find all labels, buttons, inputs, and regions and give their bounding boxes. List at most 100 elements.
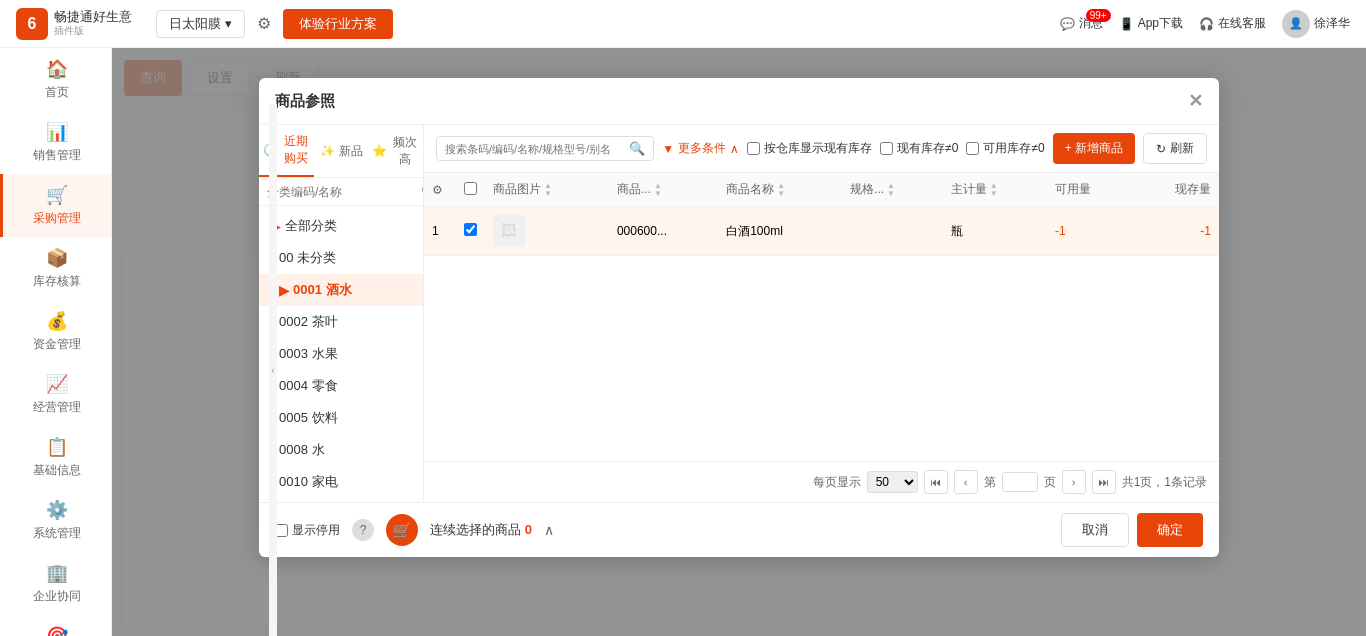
main-layout: 🏠 首页 📊 销售管理 🛒 采购管理 📦 库存核算 💰 资金管理 📈 经营管理 …	[0, 48, 1366, 636]
per-page-select[interactable]: 50 100 200	[867, 471, 918, 493]
nav-right: 💬 消息 99+ 📱 App下载 🎧 在线客服 👤 徐泽华	[1060, 10, 1350, 38]
footer-right: 取消 确定	[1061, 513, 1203, 547]
sidebar-item-home[interactable]: 🏠 首页	[0, 48, 111, 111]
category-tabs: 🕐 近期购买 ✨ 新品 ⭐ 频次高	[259, 125, 423, 178]
enterprise-icon: 🏢	[46, 562, 68, 584]
prev-page-btn[interactable]: ‹	[954, 470, 978, 494]
sidebar-label-purchase: 采购管理	[33, 210, 81, 227]
th-unit: 主计量 ▲▼	[943, 173, 1047, 207]
cat-item-0003[interactable]: 0003 水果	[259, 338, 423, 370]
checkbox-warehouse[interactable]: 按仓库显示现有库存	[747, 140, 872, 157]
warehouse-checkbox[interactable]	[747, 142, 760, 155]
filter-button[interactable]: ▼ 更多条件 ∧	[662, 140, 739, 157]
cat-item-label: 0004 零食	[279, 377, 338, 395]
app-download-nav[interactable]: 📱 App下载	[1119, 15, 1183, 32]
product-table-wrap: ⚙ 商品图片 ▲▼	[424, 173, 1219, 461]
add-product-button[interactable]: + 新增商品	[1053, 133, 1135, 164]
table-row[interactable]: 1 🖼	[424, 207, 1219, 256]
sidebar: 🏠 首页 📊 销售管理 🛒 采购管理 📦 库存核算 💰 资金管理 📈 经营管理 …	[0, 48, 112, 636]
category-search-input[interactable]	[267, 185, 417, 199]
business-icon: 📈	[46, 373, 68, 395]
cat-item-0002[interactable]: 0002 茶叶	[259, 306, 423, 338]
next-page-btn[interactable]: ›	[1062, 470, 1086, 494]
user-nav[interactable]: 👤 徐泽华	[1282, 10, 1350, 38]
th-spec: 规格... ▲▼	[842, 173, 943, 207]
cat-item-0008[interactable]: 0008 水	[259, 434, 423, 466]
checkbox-usable[interactable]: 可用库存≠0	[966, 140, 1044, 157]
sidebar-item-business[interactable]: 📈 经营管理	[0, 363, 111, 426]
cat-item-0001[interactable]: ▶ 0001 酒水	[259, 274, 423, 306]
row-spec	[842, 207, 943, 256]
messages-nav[interactable]: 💬 消息 99+	[1060, 15, 1103, 32]
page-input[interactable]: 1	[1002, 472, 1038, 492]
row-num: 1	[424, 207, 456, 256]
cat-item-all[interactable]: ▶ 全部分类	[259, 210, 423, 242]
row-check	[456, 207, 485, 256]
cancel-button[interactable]: 取消	[1061, 513, 1129, 547]
sidebar-item-enterprise[interactable]: 🏢 企业协同	[0, 552, 111, 615]
search-input[interactable]	[445, 143, 625, 155]
first-page-btn[interactable]: ⏮	[924, 470, 948, 494]
headset-icon: 🎧	[1199, 17, 1214, 31]
checkbox-available[interactable]: 现有库存≠0	[880, 140, 958, 157]
usable-checkbox[interactable]	[966, 142, 979, 155]
cat-item-0005[interactable]: 0005 饮料	[259, 402, 423, 434]
store-dropdown[interactable]: 日太阳膜 ▾	[156, 10, 245, 38]
cat-tab-freq[interactable]: ⭐ 频次高	[368, 125, 423, 177]
cat-item-0004[interactable]: 0004 零食	[259, 370, 423, 402]
pagination: 每页显示 50 100 200 ⏮ ‹ 第 1 页 ›	[424, 461, 1219, 502]
select-all-checkbox[interactable]	[464, 182, 477, 195]
sidebar-item-sales[interactable]: 📊 销售管理	[0, 111, 111, 174]
cat-tab-recent-label: 近期购买	[282, 133, 310, 167]
available-checkbox[interactable]	[880, 142, 893, 155]
cat-item-label: 全部分类	[285, 217, 337, 235]
cat-item-00[interactable]: 00 未分类	[259, 242, 423, 274]
search-icon[interactable]: 🔍	[629, 141, 645, 156]
sidebar-item-finance[interactable]: 💰 资金管理	[0, 300, 111, 363]
row-checkbox[interactable]	[464, 223, 477, 236]
settings-col-icon[interactable]: ⚙	[432, 183, 443, 197]
avatar: 👤	[1282, 10, 1310, 38]
system-icon: ⚙️	[46, 499, 68, 521]
modal-close-button[interactable]: ✕	[1188, 90, 1203, 112]
sidebar-item-guide[interactable]: 🎯 新手引导	[0, 615, 111, 636]
sidebar-item-system[interactable]: ⚙️ 系统管理	[0, 489, 111, 552]
home-icon: 🏠	[46, 58, 68, 80]
cat-item-label: 0001 酒水	[293, 281, 352, 299]
sidebar-item-inventory[interactable]: 📦 库存核算	[0, 237, 111, 300]
settings-icon[interactable]: ⚙	[257, 14, 271, 33]
cart-label: 连续选择的商品 0	[430, 521, 532, 539]
cart-icon[interactable]: 🛒	[386, 514, 418, 546]
cat-item-0010[interactable]: 0010 家电	[259, 466, 423, 498]
th-code: 商品... ▲▼	[609, 173, 718, 207]
sidebar-label-business: 经营管理	[33, 399, 81, 416]
last-page-btn[interactable]: ⏭	[1092, 470, 1116, 494]
checkbox-available-label: 现有库存≠0	[897, 140, 958, 157]
sidebar-item-basic[interactable]: 📋 基础信息	[0, 426, 111, 489]
content-area: 查询 设置 刷新 商品参照 ✕	[112, 48, 1366, 636]
cat-tab-new[interactable]: ✨ 新品	[314, 125, 369, 177]
refresh-button[interactable]: ↻ 刷新	[1143, 133, 1207, 164]
display-stopped-checkbox[interactable]: 显示停用	[275, 522, 340, 539]
sidebar-item-purchase[interactable]: 🛒 采购管理	[0, 174, 111, 237]
online-service-nav[interactable]: 🎧 在线客服	[1199, 15, 1266, 32]
footer-left: 显示停用	[275, 522, 340, 539]
sidebar-label-basic: 基础信息	[33, 462, 81, 479]
chevron-up-icon[interactable]: ∧	[544, 522, 554, 538]
collapse-panel-btn[interactable]: ‹	[269, 125, 277, 502]
refresh-label: 刷新	[1170, 140, 1194, 157]
help-button[interactable]: ?	[352, 519, 374, 541]
finance-icon: 💰	[46, 310, 68, 332]
row-unit: 瓶	[943, 207, 1047, 256]
trial-button[interactable]: 体验行业方案	[283, 9, 393, 39]
product-reference-modal: 商品参照 ✕ 🕐 近期购买 ✨	[259, 78, 1219, 557]
arrow-icon: ▶	[279, 283, 289, 298]
user-name: 徐泽华	[1314, 15, 1350, 32]
row-name: 白酒100ml	[718, 207, 842, 256]
toolbar: 🔍 ▼ 更多条件 ∧ 按仓库显示现有库存	[424, 125, 1219, 173]
logo-icon: 6	[16, 8, 48, 40]
selected-count-num: 0	[525, 522, 532, 537]
cat-tab-recent[interactable]: 🕐 近期购买	[259, 125, 314, 177]
confirm-button[interactable]: 确定	[1137, 513, 1203, 547]
th-stock: 现存量	[1133, 173, 1219, 207]
